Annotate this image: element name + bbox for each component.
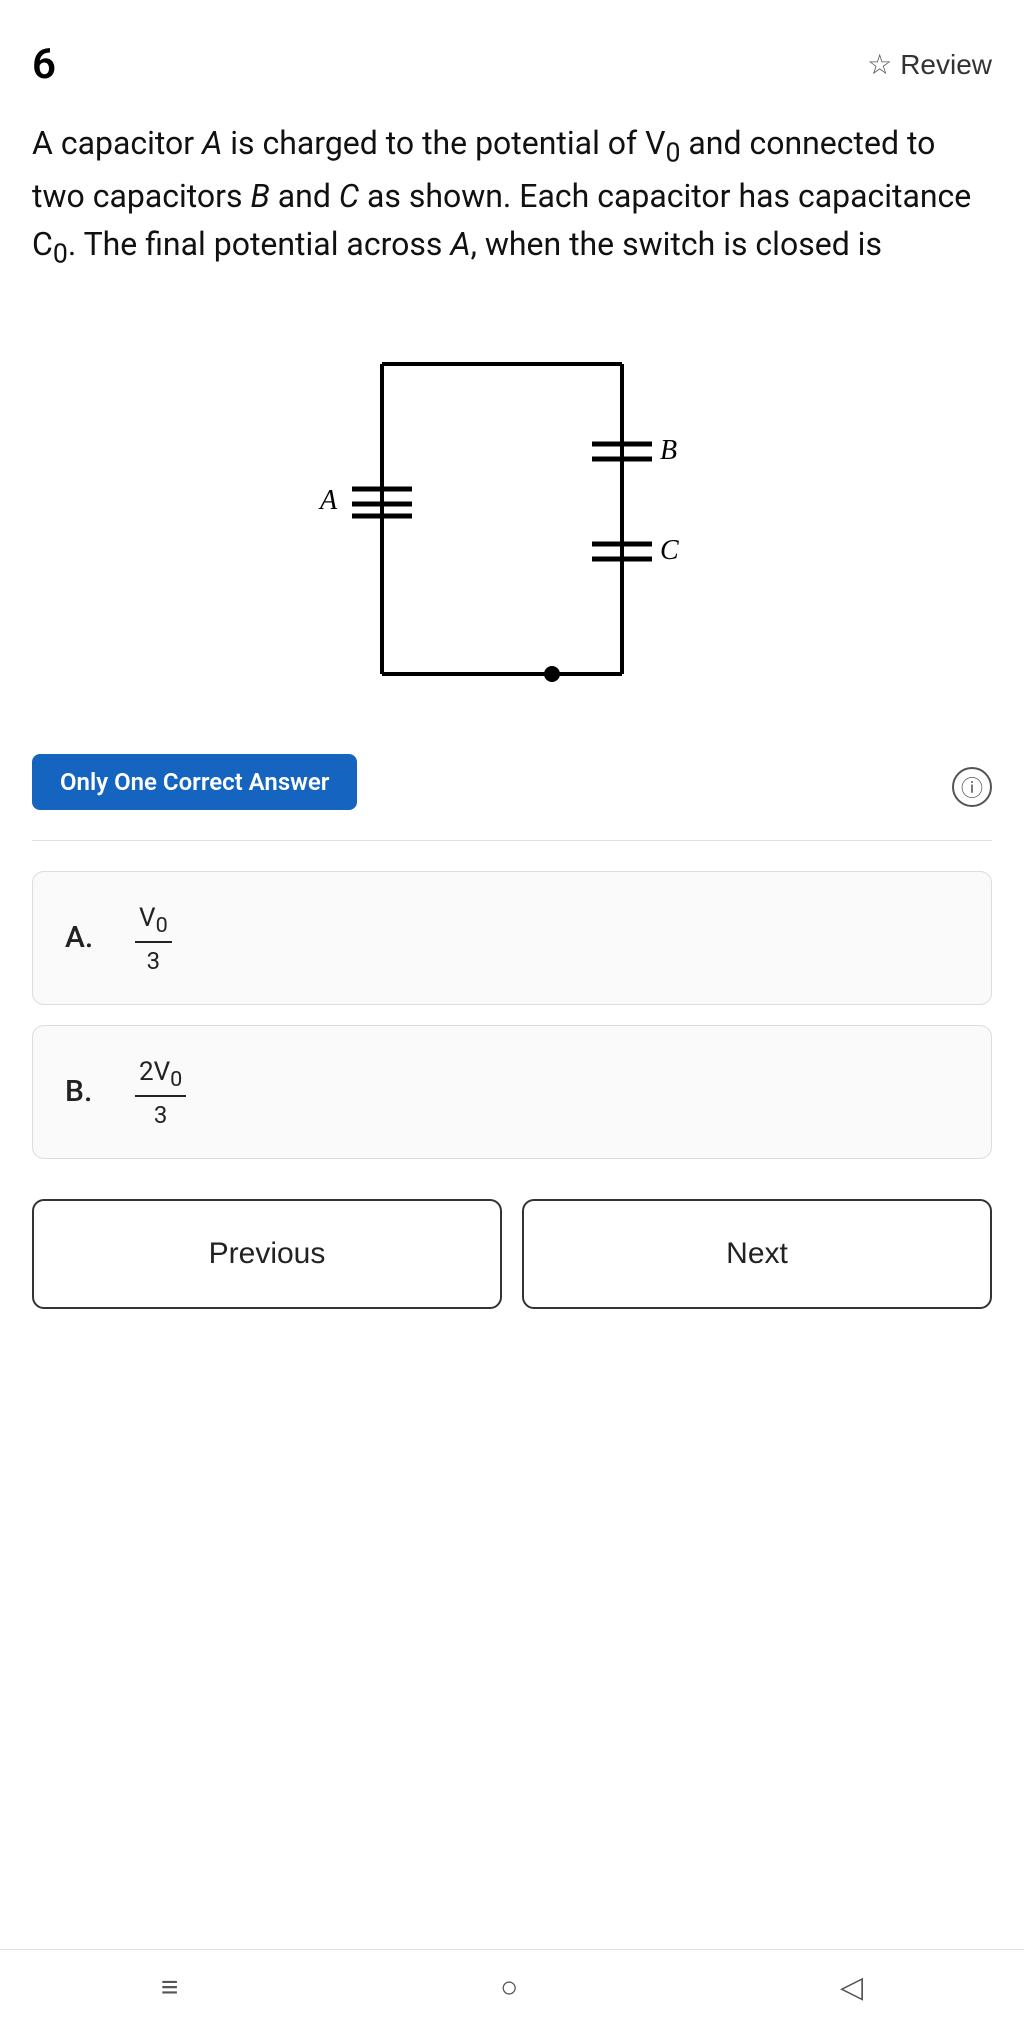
option-a-denominator: 3 [143, 945, 165, 976]
menu-icon[interactable]: ≡ [161, 1970, 179, 2005]
option-b-numerator: 2V0 [135, 1057, 186, 1097]
option-b-label: B. [65, 1074, 115, 1109]
review-button[interactable]: ☆ Review [867, 48, 992, 81]
star-icon: ☆ [867, 48, 892, 81]
svg-text:C: C [660, 535, 679, 566]
circuit-diagram: A B C [32, 304, 992, 724]
answer-type-badge: Only One Correct Answer [32, 754, 357, 810]
option-a-label: A. [65, 920, 115, 955]
answer-type-section: Only One Correct Answer ⓘ [32, 754, 992, 820]
review-label: Review [900, 49, 992, 81]
navigation-buttons: Previous Next [32, 1199, 992, 1309]
previous-button[interactable]: Previous [32, 1199, 502, 1309]
section-divider [32, 840, 992, 841]
question-text: A capacitor A is charged to the potentia… [32, 119, 992, 274]
svg-text:A: A [318, 485, 338, 516]
option-b[interactable]: B. 2V0 3 [32, 1025, 992, 1159]
option-b-denominator: 3 [150, 1099, 172, 1130]
next-button[interactable]: Next [522, 1199, 992, 1309]
back-icon[interactable]: ◁ [840, 1970, 863, 2005]
options-list: A. V0 3 B. 2V0 3 [32, 871, 992, 1159]
info-icon[interactable]: ⓘ [952, 767, 992, 807]
option-a-value: V0 3 [135, 900, 172, 976]
option-a-numerator: V0 [135, 903, 172, 943]
page-header: 6 ☆ Review [32, 40, 992, 89]
option-a[interactable]: A. V0 3 [32, 871, 992, 1005]
option-b-value: 2V0 3 [135, 1054, 186, 1130]
svg-text:B: B [660, 435, 677, 466]
home-icon[interactable]: ○ [500, 1970, 518, 2005]
question-number: 6 [32, 40, 56, 89]
bottom-navigation: ≡ ○ ◁ [0, 1949, 1024, 2025]
